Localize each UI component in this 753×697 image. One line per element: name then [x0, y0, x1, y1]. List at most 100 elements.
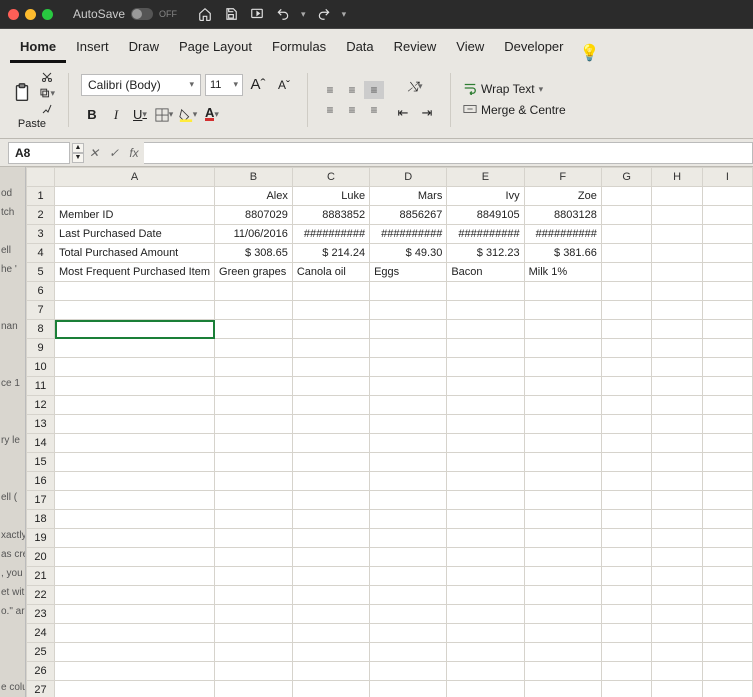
name-box[interactable]: A8 — [8, 142, 70, 164]
align-bottom-button[interactable]: ≡ — [364, 81, 384, 99]
cell-I24[interactable] — [702, 624, 752, 643]
cell-A25[interactable] — [55, 643, 215, 662]
cell-D24[interactable] — [370, 624, 447, 643]
cell-G11[interactable] — [601, 377, 652, 396]
cell-A4[interactable]: Total Purchased Amount — [55, 244, 215, 263]
cell-G21[interactable] — [601, 567, 652, 586]
cell-E4[interactable]: $ 312.23 — [447, 244, 524, 263]
cell-E27[interactable] — [447, 681, 524, 697]
cell-A13[interactable] — [55, 415, 215, 434]
row-header-9[interactable]: 9 — [27, 339, 55, 358]
cell-C2[interactable]: 8883852 — [292, 206, 369, 225]
cell-C10[interactable] — [292, 358, 369, 377]
cell-I22[interactable] — [702, 586, 752, 605]
cell-H2[interactable] — [652, 206, 703, 225]
format-painter-icon[interactable] — [38, 101, 56, 117]
row-header-16[interactable]: 16 — [27, 472, 55, 491]
cell-G18[interactable] — [601, 510, 652, 529]
cell-D9[interactable] — [370, 339, 447, 358]
select-all-corner[interactable] — [27, 168, 55, 187]
cell-E21[interactable] — [447, 567, 524, 586]
cell-B14[interactable] — [215, 434, 293, 453]
column-header-C[interactable]: C — [292, 168, 369, 187]
cell-G1[interactable] — [601, 187, 652, 206]
cell-D15[interactable] — [370, 453, 447, 472]
cell-F17[interactable] — [524, 491, 601, 510]
cell-C7[interactable] — [292, 301, 369, 320]
cell-I17[interactable] — [702, 491, 752, 510]
cell-F26[interactable] — [524, 662, 601, 681]
tab-page-layout[interactable]: Page Layout — [169, 33, 262, 63]
cell-H10[interactable] — [652, 358, 703, 377]
cell-B17[interactable] — [215, 491, 293, 510]
cell-B7[interactable] — [215, 301, 293, 320]
column-header-B[interactable]: B — [215, 168, 293, 187]
save-icon[interactable] — [223, 6, 239, 22]
cell-H12[interactable] — [652, 396, 703, 415]
tab-data[interactable]: Data — [336, 33, 383, 63]
cell-A7[interactable] — [55, 301, 215, 320]
cell-B21[interactable] — [215, 567, 293, 586]
cell-B2[interactable]: 8807029 — [215, 206, 293, 225]
cell-E3[interactable]: ########## — [447, 225, 524, 244]
fx-icon[interactable]: fx — [124, 146, 144, 160]
cell-E14[interactable] — [447, 434, 524, 453]
align-middle-button[interactable]: ≡ — [342, 81, 362, 99]
cell-F11[interactable] — [524, 377, 601, 396]
cell-E2[interactable]: 8849105 — [447, 206, 524, 225]
stepper-up-icon[interactable]: ▲ — [72, 143, 84, 153]
cell-F3[interactable]: ########## — [524, 225, 601, 244]
cell-E13[interactable] — [447, 415, 524, 434]
cell-B1[interactable]: Alex — [215, 187, 293, 206]
cell-I27[interactable] — [702, 681, 752, 697]
cell-H23[interactable] — [652, 605, 703, 624]
cell-A1[interactable] — [55, 187, 215, 206]
row-header-5[interactable]: 5 — [27, 263, 55, 282]
cell-E16[interactable] — [447, 472, 524, 491]
tab-review[interactable]: Review — [384, 33, 447, 63]
cell-B18[interactable] — [215, 510, 293, 529]
cell-F2[interactable]: 8803128 — [524, 206, 601, 225]
cell-H24[interactable] — [652, 624, 703, 643]
cell-I10[interactable] — [702, 358, 752, 377]
cell-A27[interactable] — [55, 681, 215, 697]
orientation-button[interactable]: ⤭▾ — [404, 76, 426, 98]
cell-G6[interactable] — [601, 282, 652, 301]
formula-bar[interactable] — [144, 142, 753, 164]
cell-G19[interactable] — [601, 529, 652, 548]
row-header-24[interactable]: 24 — [27, 624, 55, 643]
cell-D5[interactable]: Eggs — [370, 263, 447, 282]
cell-B8[interactable] — [215, 320, 293, 339]
cell-C27[interactable] — [292, 681, 369, 697]
cell-A23[interactable] — [55, 605, 215, 624]
cell-D17[interactable] — [370, 491, 447, 510]
cell-G17[interactable] — [601, 491, 652, 510]
cell-B11[interactable] — [215, 377, 293, 396]
column-header-F[interactable]: F — [524, 168, 601, 187]
cell-D3[interactable]: ########## — [370, 225, 447, 244]
cell-C18[interactable] — [292, 510, 369, 529]
row-header-22[interactable]: 22 — [27, 586, 55, 605]
cell-C26[interactable] — [292, 662, 369, 681]
cell-C21[interactable] — [292, 567, 369, 586]
cell-H19[interactable] — [652, 529, 703, 548]
cell-C15[interactable] — [292, 453, 369, 472]
cell-B24[interactable] — [215, 624, 293, 643]
cell-E9[interactable] — [447, 339, 524, 358]
cell-D10[interactable] — [370, 358, 447, 377]
cell-H8[interactable] — [652, 320, 703, 339]
cell-G3[interactable] — [601, 225, 652, 244]
copy-icon[interactable]: ▾ — [38, 85, 56, 101]
decrease-indent-button[interactable]: ⇤ — [392, 102, 414, 124]
bold-button[interactable]: B — [81, 104, 103, 126]
cell-E8[interactable] — [447, 320, 524, 339]
cell-E5[interactable]: Bacon — [447, 263, 524, 282]
cell-D7[interactable] — [370, 301, 447, 320]
cell-A17[interactable] — [55, 491, 215, 510]
cell-D25[interactable] — [370, 643, 447, 662]
align-right-button[interactable]: ≡ — [364, 101, 384, 119]
cell-I26[interactable] — [702, 662, 752, 681]
cell-D16[interactable] — [370, 472, 447, 491]
cell-E18[interactable] — [447, 510, 524, 529]
window-zoom-icon[interactable] — [42, 9, 53, 20]
